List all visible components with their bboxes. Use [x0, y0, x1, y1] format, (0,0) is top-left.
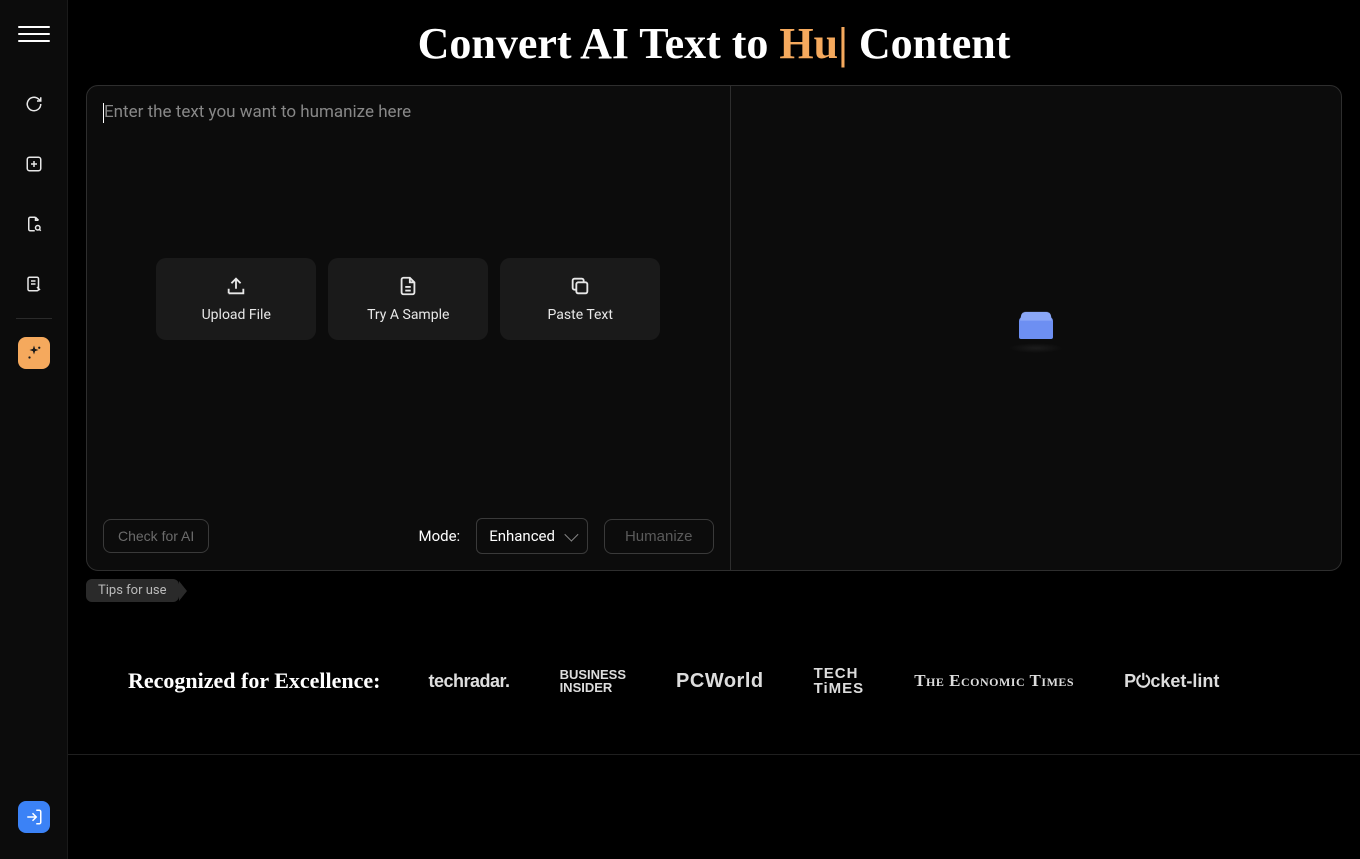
try-sample-button[interactable]: Try A Sample: [328, 258, 488, 340]
nav-divider: [16, 318, 52, 319]
input-pane: Enter the text you want to humanize here…: [87, 86, 731, 570]
nav-edit-doc[interactable]: [18, 268, 50, 300]
plus-square-icon: [25, 155, 43, 173]
logo-techradar: techradar.: [429, 671, 510, 692]
logo-techtimes: TECH TiMES: [814, 666, 865, 696]
input-placeholder: Enter the text you want to humanize here: [104, 102, 411, 122]
logo-business-insider: BUSINESS INSIDER: [560, 668, 626, 694]
partner-logos: techradar. BUSINESS INSIDER PCWorld TECH…: [429, 666, 1220, 696]
text-input-area[interactable]: Enter the text you want to humanize here: [103, 102, 714, 123]
logo-economic-times: The Economic Times: [914, 671, 1074, 691]
sidebar-bottom: [18, 801, 50, 833]
login-icon: [25, 808, 43, 826]
title-prefix: Convert AI Text to: [418, 19, 780, 68]
recognition-section: Recognized for Excellence: techradar. BU…: [68, 666, 1360, 696]
title-suffix: Content: [848, 19, 1011, 68]
footer-divider: [68, 754, 1360, 755]
nav-sparkle-active[interactable]: [18, 337, 50, 369]
recognition-title: Recognized for Excellence:: [128, 668, 381, 694]
edit-document-icon: [25, 275, 43, 293]
nav-refresh[interactable]: [18, 88, 50, 120]
mode-value: Enhanced: [489, 527, 555, 545]
sidebar: [0, 0, 68, 859]
nav-icons-group: [18, 88, 50, 300]
login-button[interactable]: [18, 801, 50, 833]
logo-pocketlint: P⏻cket-lint: [1124, 671, 1219, 692]
copy-icon: [569, 275, 591, 297]
check-for-ai-button[interactable]: Check for AI: [103, 519, 209, 553]
page-title: Convert AI Text to Hu| Content: [68, 18, 1360, 69]
upload-icon: [225, 275, 247, 297]
sample-label: Try A Sample: [367, 307, 449, 323]
nav-doc-search[interactable]: [18, 208, 50, 240]
input-bottom-bar: Check for AI Mode: Enhanced Humanize: [103, 518, 714, 554]
sparkle-icon: [25, 344, 43, 362]
hamburger-menu-button[interactable]: [18, 18, 50, 50]
output-pane: [731, 86, 1342, 570]
upload-label: Upload File: [202, 307, 271, 323]
main-content: Convert AI Text to Hu| Content Enter the…: [68, 0, 1360, 859]
tips-badge[interactable]: Tips for use: [86, 579, 179, 602]
document-icon: [397, 275, 419, 297]
refresh-icon: [25, 95, 43, 113]
mode-select[interactable]: Enhanced: [476, 518, 588, 554]
nav-plus[interactable]: [18, 148, 50, 180]
upload-file-button[interactable]: Upload File: [156, 258, 316, 340]
title-accent: Hu: [779, 19, 838, 68]
chevron-down-icon: [564, 528, 578, 542]
workspace: Enter the text you want to humanize here…: [86, 85, 1342, 571]
mode-label: Mode:: [418, 527, 460, 545]
paste-text-button[interactable]: Paste Text: [500, 258, 660, 340]
empty-state-icon: [1006, 307, 1066, 349]
logo-pcworld: PCWorld: [676, 670, 764, 693]
humanize-button[interactable]: Humanize: [604, 519, 714, 554]
paste-label: Paste Text: [548, 307, 613, 323]
document-search-icon: [25, 215, 43, 233]
title-cursor: |: [838, 19, 848, 68]
action-card-row: Upload File Try A Sample Paste Text: [156, 258, 660, 340]
